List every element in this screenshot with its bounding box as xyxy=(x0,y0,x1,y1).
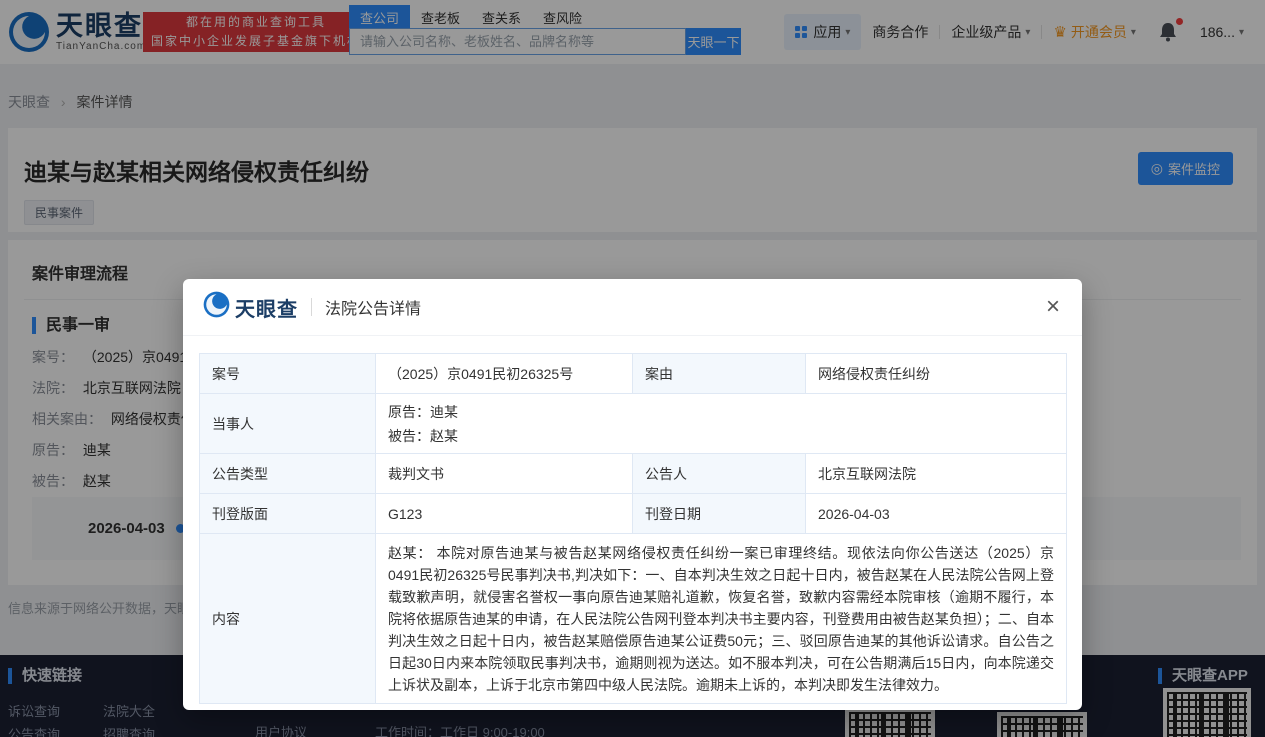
cell-value: G123 xyxy=(376,494,633,534)
cell-value: （2025）京0491民初26325号 xyxy=(376,354,633,394)
table-row: 内容 赵某： 本院对原告迪某与被告赵某网络侵权责任纠纷一案已审理终结。现依法向你… xyxy=(200,534,1067,704)
divider xyxy=(311,298,312,316)
cell-value: 北京互联网法院 xyxy=(806,454,1067,494)
modal-brand: 天眼查 xyxy=(235,293,298,322)
party-plaintiff: 原告：迪某 xyxy=(388,400,1054,424)
cell-value: 2026-04-03 xyxy=(806,494,1067,534)
cell-value: 网络侵权责任纠纷 xyxy=(806,354,1067,394)
court-announcement-modal: 天眼查 法院公告详情 × 案号 （2025）京0491民初26325号 案由 网… xyxy=(183,279,1082,710)
cell-value: 裁判文书 xyxy=(376,454,633,494)
cell-label: 公告类型 xyxy=(200,454,376,494)
table-row: 案号 （2025）京0491民初26325号 案由 网络侵权责任纠纷 xyxy=(200,354,1067,394)
cell-label: 刊登版面 xyxy=(200,494,376,534)
modal-header: 天眼查 法院公告详情 × xyxy=(183,279,1082,336)
cell-value: 原告：迪某 被告：赵某 xyxy=(376,394,1067,454)
tianyancha-logo-icon xyxy=(203,291,230,323)
cell-label: 内容 xyxy=(200,534,376,704)
close-icon[interactable]: × xyxy=(1044,295,1062,319)
announcement-table: 案号 （2025）京0491民初26325号 案由 网络侵权责任纠纷 当事人 原… xyxy=(199,353,1067,704)
table-row: 刊登版面 G123 刊登日期 2026-04-03 xyxy=(200,494,1067,534)
announcement-content: 赵某： 本院对原告迪某与被告赵某网络侵权责任纠纷一案已审理终结。现依法向你公告送… xyxy=(388,542,1054,696)
cell-label: 公告人 xyxy=(633,454,806,494)
table-row: 公告类型 裁判文书 公告人 北京互联网法院 xyxy=(200,454,1067,494)
cell-value: 赵某： 本院对原告迪某与被告赵某网络侵权责任纠纷一案已审理终结。现依法向你公告送… xyxy=(376,534,1067,704)
party-defendant: 被告：赵某 xyxy=(388,424,1054,448)
modal-title: 法院公告详情 xyxy=(325,295,421,319)
cell-label: 案号 xyxy=(200,354,376,394)
cell-label: 案由 xyxy=(633,354,806,394)
table-row: 当事人 原告：迪某 被告：赵某 xyxy=(200,394,1067,454)
cell-label: 当事人 xyxy=(200,394,376,454)
cell-label: 刊登日期 xyxy=(633,494,806,534)
